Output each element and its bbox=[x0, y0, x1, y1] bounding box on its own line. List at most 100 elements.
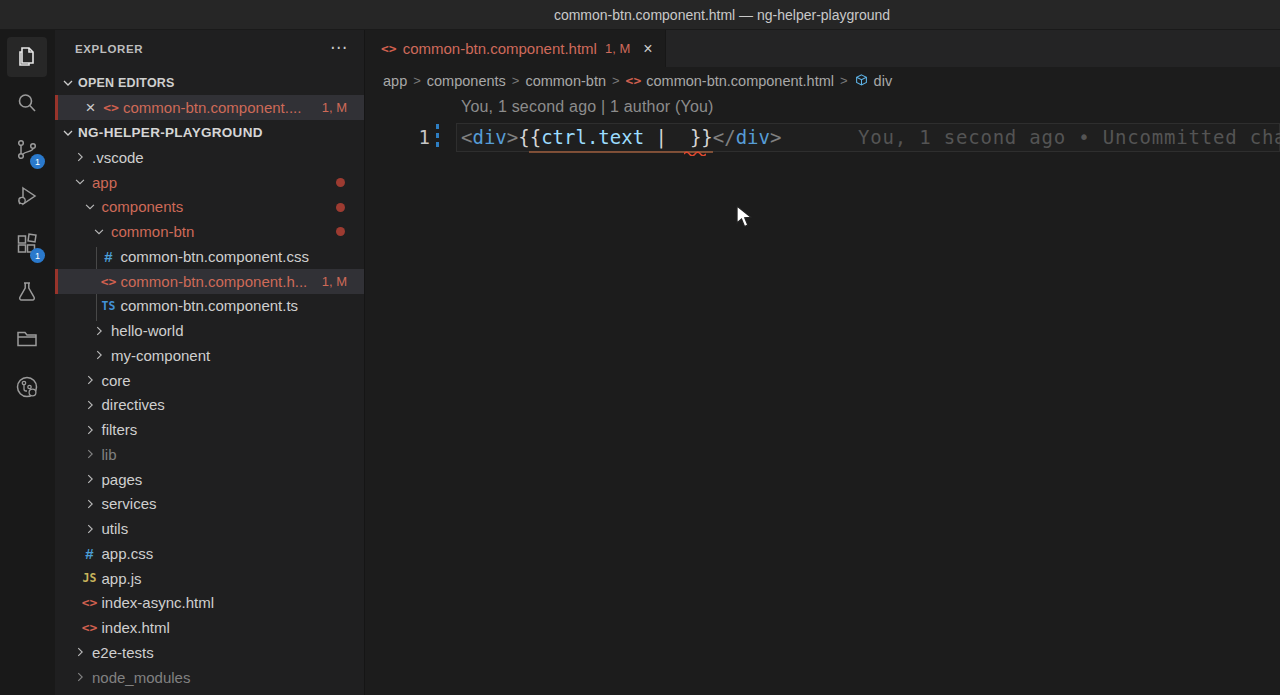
tree-file-index-async-html[interactable]: <> index-async.html bbox=[55, 591, 364, 616]
code-token: | bbox=[656, 126, 667, 148]
chevron-right-icon bbox=[82, 373, 98, 387]
chevron-down-icon bbox=[72, 175, 88, 189]
tree-folder-app[interactable]: app bbox=[55, 170, 364, 195]
chevron-right-icon bbox=[91, 348, 107, 362]
tree-file-app-js[interactable]: JSapp.js bbox=[55, 566, 364, 591]
selection-accent bbox=[55, 95, 58, 120]
breadcrumb-common-btn-component-html[interactable]: <>common-btn.component.html bbox=[626, 73, 834, 89]
tree-item-label: common-btn.component.h... bbox=[121, 273, 308, 290]
tree-item-label: e2e-tests bbox=[92, 644, 154, 661]
breadcrumb-common-btn[interactable]: common-btn bbox=[525, 73, 606, 89]
activity-badge: 1 bbox=[30, 154, 45, 169]
code-token bbox=[644, 126, 655, 148]
breadcrumb-components[interactable]: components bbox=[427, 73, 506, 89]
css-file-icon: # bbox=[104, 248, 112, 265]
tree-folder-node-modules[interactable]: node_modules bbox=[55, 665, 364, 690]
open-editor-label: common-btn.component.... bbox=[123, 99, 301, 116]
tree-folder-directives[interactable]: directives bbox=[55, 393, 364, 418]
tab-label: common-btn.component.html bbox=[403, 40, 597, 57]
ts-file-icon: TS bbox=[102, 299, 116, 313]
tree-file-common-btn-component-css[interactable]: #common-btn.component.css bbox=[55, 244, 364, 269]
open-editors-title: OPEN EDITORS bbox=[78, 76, 175, 90]
breadcrumb-separator: > bbox=[612, 73, 620, 88]
tree-file-common-btn-component-ts[interactable]: TScommon-btn.component.ts bbox=[55, 294, 364, 319]
tree-folder-pages[interactable]: pages bbox=[55, 467, 364, 492]
html-file-icon: <> bbox=[82, 595, 98, 610]
line-number: 1 bbox=[396, 123, 430, 152]
activity-explorer-icon[interactable] bbox=[7, 37, 47, 77]
tree-item-label: components bbox=[102, 198, 184, 215]
tree-folder-components[interactable]: components bbox=[55, 195, 364, 220]
tree-item-label: services bbox=[102, 495, 157, 512]
close-icon[interactable]: × bbox=[82, 95, 99, 120]
tree-item-label: hello-world bbox=[111, 322, 184, 339]
breadcrumb-separator: > bbox=[840, 73, 848, 88]
symbol-element-icon bbox=[854, 73, 869, 88]
tree-item-label: index-async.html bbox=[102, 594, 215, 611]
mouse-cursor bbox=[735, 205, 755, 229]
modified-badge: 1, M bbox=[322, 274, 347, 289]
tree-folder--vscode[interactable]: .vscode bbox=[55, 145, 364, 170]
tree-file-common-btn-component-h-[interactable]: <> common-btn.component.h... 1, M bbox=[55, 269, 364, 294]
code-token bbox=[667, 126, 690, 148]
open-editors-section[interactable]: OPEN EDITORS bbox=[55, 70, 364, 95]
explorer-actions-icon[interactable]: ⋯ bbox=[330, 37, 347, 58]
chevron-right-icon bbox=[72, 645, 88, 659]
code-line[interactable]: <div>{{ctrl.text | }}</div> bbox=[461, 123, 781, 152]
project-section[interactable]: NG-HELPER-PLAYGROUND bbox=[55, 120, 364, 145]
activity-search-icon[interactable] bbox=[7, 83, 47, 123]
html-file-icon: <> bbox=[626, 73, 642, 88]
tree-folder-my-component[interactable]: my-component bbox=[55, 343, 364, 368]
file-tree: .vscodeappcomponentscommon-btn#common-bt… bbox=[55, 145, 364, 690]
activity-source-control-icon[interactable]: 1 bbox=[7, 130, 47, 170]
tree-folder-services[interactable]: services bbox=[55, 492, 364, 517]
tree-folder-core[interactable]: core bbox=[55, 368, 364, 393]
js-file-icon: JS bbox=[83, 571, 97, 585]
breadcrumbs: app > components > common-btn > <>common-btn.c… bbox=[383, 67, 892, 94]
chevron-right-icon bbox=[82, 398, 98, 412]
tree-folder-utils[interactable]: utils bbox=[55, 516, 364, 541]
tab-strip: <> common-btn.component.html 1, M × bbox=[366, 30, 1280, 67]
chevron-right-icon bbox=[82, 447, 98, 461]
codelens-annotation[interactable]: You, 1 second ago | 1 author (You) bbox=[461, 98, 714, 116]
html-file-icon: <> bbox=[103, 100, 119, 115]
breadcrumb-div[interactable]: div bbox=[854, 73, 893, 89]
tree-file-index-html[interactable]: <>index.html bbox=[55, 615, 364, 640]
tree-folder-hello-world[interactable]: hello-world bbox=[55, 318, 364, 343]
tree-folder-common-btn[interactable]: common-btn bbox=[55, 219, 364, 244]
tree-item-label: pages bbox=[102, 471, 143, 488]
modified-dot bbox=[336, 227, 345, 236]
chevron-right-icon bbox=[72, 670, 88, 684]
activity-testing-icon[interactable] bbox=[7, 272, 47, 312]
html-file-icon: <> bbox=[101, 274, 117, 289]
tree-file-app-css[interactable]: #app.css bbox=[55, 541, 364, 566]
chevron-right-icon bbox=[72, 150, 88, 164]
activity-run-debug-icon[interactable] bbox=[7, 176, 47, 216]
activity-git-graph-icon[interactable] bbox=[7, 367, 47, 407]
close-icon[interactable]: × bbox=[643, 40, 652, 58]
modified-dot bbox=[336, 203, 345, 212]
chevron-right-icon bbox=[82, 497, 98, 511]
open-editor-item[interactable]: × <> common-btn.component.... 1, M bbox=[55, 95, 364, 120]
tree-item-label: index.html bbox=[102, 619, 170, 636]
tree-item-label: directives bbox=[102, 396, 165, 413]
project-title: NG-HELPER-PLAYGROUND bbox=[78, 125, 263, 140]
tree-item-label: core bbox=[102, 372, 131, 389]
error-squiggle bbox=[684, 150, 706, 156]
tree-folder-lib[interactable]: lib bbox=[55, 442, 364, 467]
tab-common-btn-component-html[interactable]: <> common-btn.component.html 1, M × bbox=[366, 30, 666, 67]
activity-extensions-icon[interactable]: 1 bbox=[7, 224, 47, 264]
chevron-down-icon bbox=[60, 75, 76, 91]
activity-badge: 1 bbox=[30, 248, 45, 263]
selection-accent bbox=[55, 269, 58, 294]
git-blame-annotation: You, 1 second ago • Uncommitted cha bbox=[858, 123, 1280, 152]
breadcrumb-separator: > bbox=[512, 73, 520, 88]
tree-folder-e2e-tests[interactable]: e2e-tests bbox=[55, 640, 364, 665]
code-token: {{ bbox=[518, 126, 541, 148]
tree-folder-filters[interactable]: filters bbox=[55, 417, 364, 442]
breadcrumb-app[interactable]: app bbox=[383, 73, 407, 89]
breadcrumb-separator: > bbox=[413, 73, 421, 88]
code-token: > bbox=[507, 126, 518, 148]
activity-bar: 11 bbox=[0, 30, 55, 695]
activity-project-folder-icon[interactable] bbox=[7, 318, 47, 358]
